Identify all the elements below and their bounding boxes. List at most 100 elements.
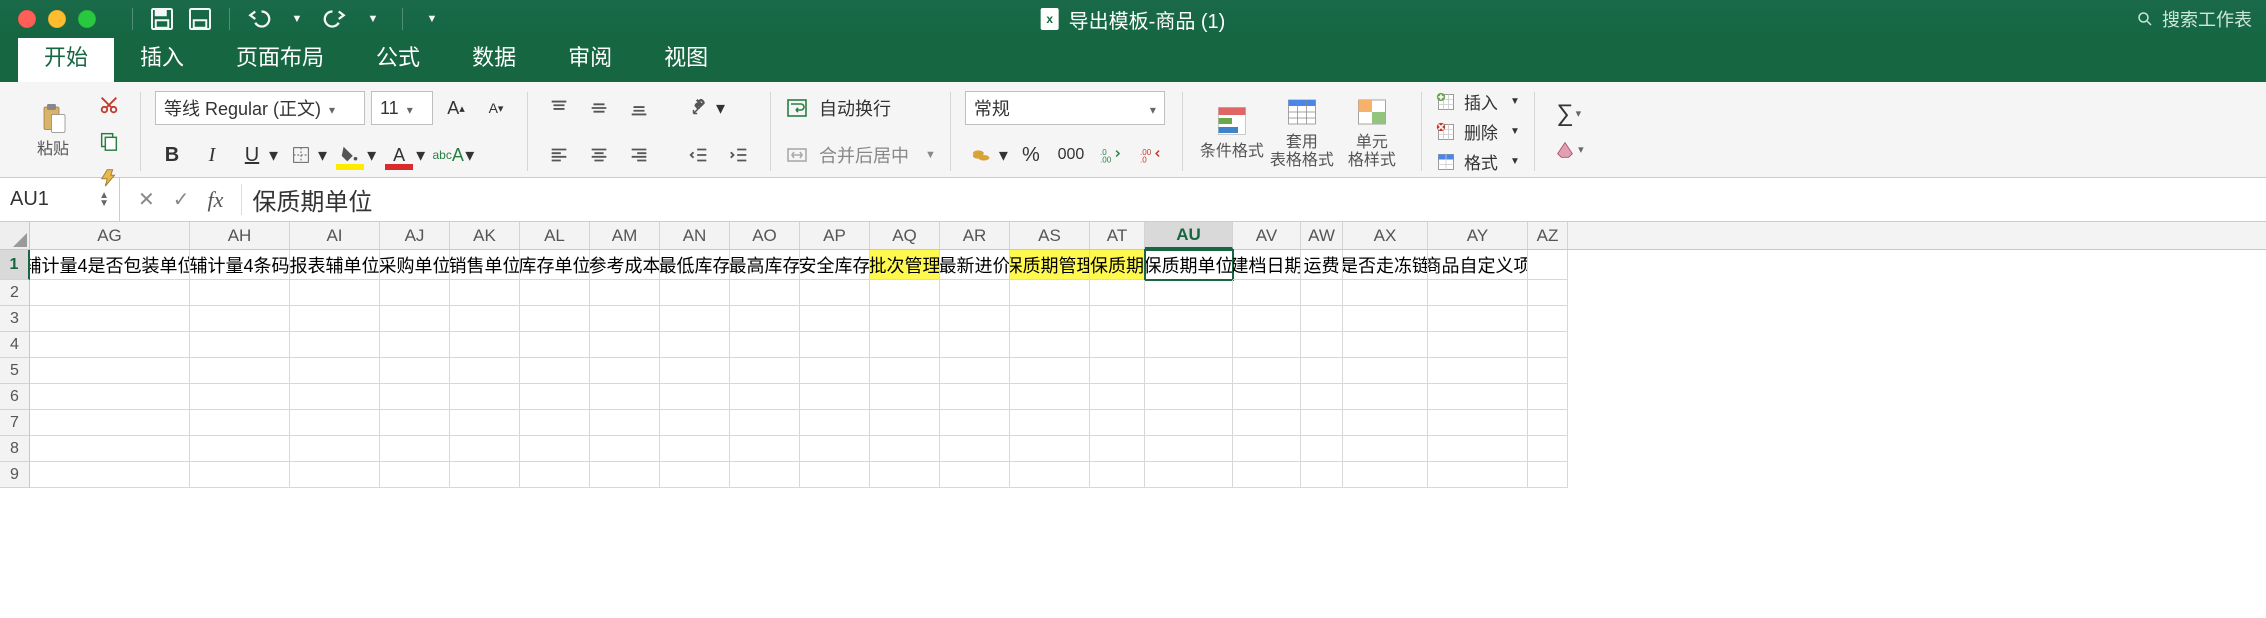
clear-button[interactable]: ▾ [1549,133,1589,167]
cell-AX6[interactable] [1343,384,1428,410]
cell-AJ1[interactable]: 采购单位 [380,250,450,280]
cell-AJ7[interactable] [380,410,450,436]
decrease-decimal-button[interactable]: .00.0 [1134,138,1168,172]
cut-button[interactable] [92,88,126,122]
cell-AQ6[interactable] [870,384,940,410]
cell-AN6[interactable] [660,384,730,410]
cell-AU9[interactable] [1145,462,1233,488]
cell-AY1[interactable]: 商品自定义项 [1428,250,1528,280]
cancel-formula-button[interactable]: ✕ [138,187,155,212]
redo-button[interactable] [320,6,350,32]
cell-AW4[interactable] [1301,332,1343,358]
cell-AG4[interactable] [30,332,190,358]
name-box[interactable]: AU1 ▲▼ [0,178,120,221]
formula-input[interactable]: 保质期单位 [242,182,372,217]
cell-AG1[interactable]: 辅计量4是否包装单位 [30,250,190,280]
cell-AZ1[interactable] [1528,250,1568,280]
cell-AT2[interactable] [1090,280,1145,306]
cell-AY4[interactable] [1428,332,1528,358]
cell-AP4[interactable] [800,332,870,358]
cell-AY6[interactable] [1428,384,1528,410]
cell-AL3[interactable] [520,306,590,332]
cell-AV4[interactable] [1233,332,1301,358]
cell-AU3[interactable] [1145,306,1233,332]
column-header-AY[interactable]: AY [1428,222,1528,249]
bold-button[interactable]: B [155,138,189,172]
row-header-8[interactable]: 8 [0,436,30,462]
cell-AI2[interactable] [290,280,380,306]
fx-button[interactable]: fx [208,187,224,213]
cell-AL7[interactable] [520,410,590,436]
column-header-AO[interactable]: AO [730,222,800,249]
cell-AR1[interactable]: 最新进价 [940,250,1010,280]
cell-AQ8[interactable] [870,436,940,462]
column-header-AR[interactable]: AR [940,222,1010,249]
cell-AG2[interactable] [30,280,190,306]
cell-AT9[interactable] [1090,462,1145,488]
paste-button[interactable]: 粘贴 [18,88,88,172]
cell-AU7[interactable] [1145,410,1233,436]
comma-button[interactable]: 000 [1054,138,1088,172]
autosum-button[interactable]: ∑▾ [1549,97,1589,131]
column-header-AI[interactable]: AI [290,222,380,249]
cell-AT6[interactable] [1090,384,1145,410]
cell-AH9[interactable] [190,462,290,488]
column-header-AH[interactable]: AH [190,222,290,249]
cell-AW7[interactable] [1301,410,1343,436]
column-header-AJ[interactable]: AJ [380,222,450,249]
currency-button[interactable] [965,138,999,172]
cell-AL5[interactable] [520,358,590,384]
row-header-9[interactable]: 9 [0,462,30,488]
enter-formula-button[interactable]: ✓ [173,187,190,212]
cell-AL2[interactable] [520,280,590,306]
cell-AP5[interactable] [800,358,870,384]
cell-AM6[interactable] [590,384,660,410]
cell-AK6[interactable] [450,384,520,410]
cell-AO5[interactable] [730,358,800,384]
zoom-window-button[interactable] [78,10,96,28]
merge-center-button[interactable]: 合并后居中 ▼ [785,135,936,175]
cell-AG7[interactable] [30,410,190,436]
column-header-AW[interactable]: AW [1301,222,1343,249]
copy-button[interactable] [92,124,126,158]
cell-AK2[interactable] [450,280,520,306]
cell-AN3[interactable] [660,306,730,332]
close-window-button[interactable] [18,10,36,28]
cell-AH4[interactable] [190,332,290,358]
cell-AP3[interactable] [800,306,870,332]
undo-dropdown[interactable]: ▼ [282,6,312,32]
cell-AQ3[interactable] [870,306,940,332]
column-header-AT[interactable]: AT [1090,222,1145,249]
column-header-AZ[interactable]: AZ [1528,222,1568,249]
cell-AS6[interactable] [1010,384,1090,410]
row-header-6[interactable]: 6 [0,384,30,410]
cell-AG3[interactable] [30,306,190,332]
cell-AS4[interactable] [1010,332,1090,358]
cell-AY3[interactable] [1428,306,1528,332]
cell-AW9[interactable] [1301,462,1343,488]
cell-AR8[interactable] [940,436,1010,462]
cell-AZ6[interactable] [1528,384,1568,410]
cell-AQ5[interactable] [870,358,940,384]
cell-AT1[interactable]: 保质期 [1090,250,1145,280]
cell-AU8[interactable] [1145,436,1233,462]
italic-button[interactable]: I [195,138,229,172]
save-button[interactable] [147,6,177,32]
align-center-button[interactable] [582,138,616,172]
cell-AR2[interactable] [940,280,1010,306]
cell-AP9[interactable] [800,462,870,488]
cell-AK5[interactable] [450,358,520,384]
cell-AP8[interactable] [800,436,870,462]
cell-AP6[interactable] [800,384,870,410]
cell-AI1[interactable]: 报表辅单位 [290,250,380,280]
cell-AU6[interactable] [1145,384,1233,410]
cell-AZ2[interactable] [1528,280,1568,306]
row-header-1[interactable]: 1 [0,250,30,280]
cell-AJ4[interactable] [380,332,450,358]
cell-AX1[interactable]: 是否走冻链 [1343,250,1428,280]
cell-AS3[interactable] [1010,306,1090,332]
cell-AH6[interactable] [190,384,290,410]
select-all-corner[interactable] [0,222,30,249]
column-header-AQ[interactable]: AQ [870,222,940,249]
column-header-AP[interactable]: AP [800,222,870,249]
